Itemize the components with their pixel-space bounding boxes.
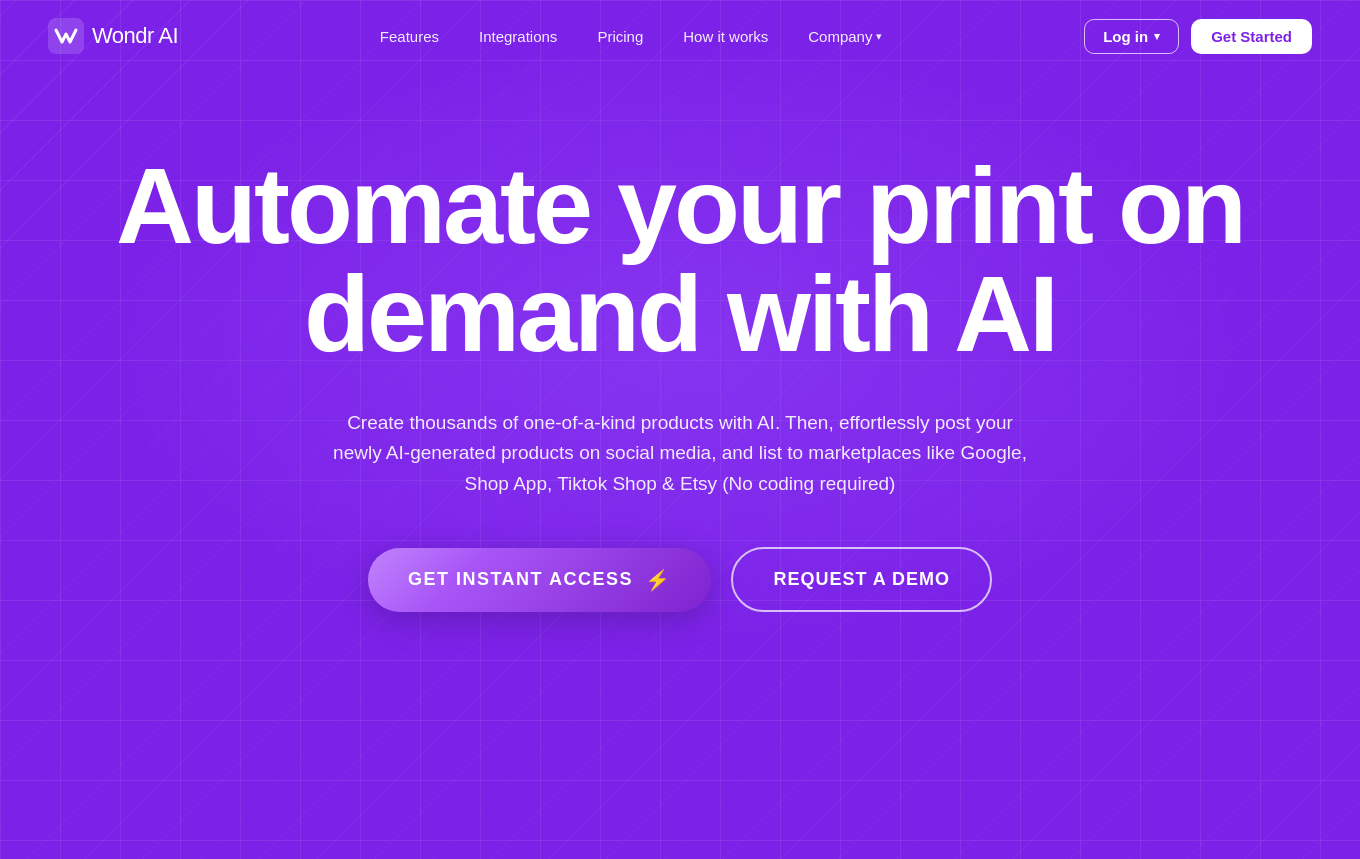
login-chevron-icon: ▾ <box>1154 30 1160 43</box>
company-chevron-icon: ▾ <box>876 30 882 43</box>
nav-links: Features Integrations Pricing How it wor… <box>364 20 899 53</box>
nav-how-it-works[interactable]: How it works <box>667 20 784 53</box>
instant-access-button[interactable]: GET INSTANT ACCESS ⚡ <box>368 548 712 612</box>
wondr-logo-icon <box>48 18 84 54</box>
login-button[interactable]: Log in ▾ <box>1084 19 1179 54</box>
nav-pricing[interactable]: Pricing <box>581 20 659 53</box>
nav-actions: Log in ▾ Get Started <box>1084 19 1312 54</box>
navbar: Wondr AI Features Integrations Pricing H… <box>0 0 1360 72</box>
nav-company[interactable]: Company ▾ <box>792 20 898 53</box>
hero-title: Automate your print on demand with AI <box>80 152 1280 368</box>
bolt-icon: ⚡ <box>645 568 672 592</box>
nav-integrations[interactable]: Integrations <box>463 20 573 53</box>
hero-subtitle: Create thousands of one-of-a-kind produc… <box>330 408 1030 499</box>
hero-cta-group: GET INSTANT ACCESS ⚡ REQUEST A DEMO <box>368 547 992 612</box>
nav-features[interactable]: Features <box>364 20 455 53</box>
request-demo-button[interactable]: REQUEST A DEMO <box>731 547 992 612</box>
get-started-button[interactable]: Get Started <box>1191 19 1312 54</box>
logo-text: Wondr AI <box>92 23 178 49</box>
hero-section: Automate your print on demand with AI Cr… <box>0 72 1360 612</box>
logo-link[interactable]: Wondr AI <box>48 18 178 54</box>
